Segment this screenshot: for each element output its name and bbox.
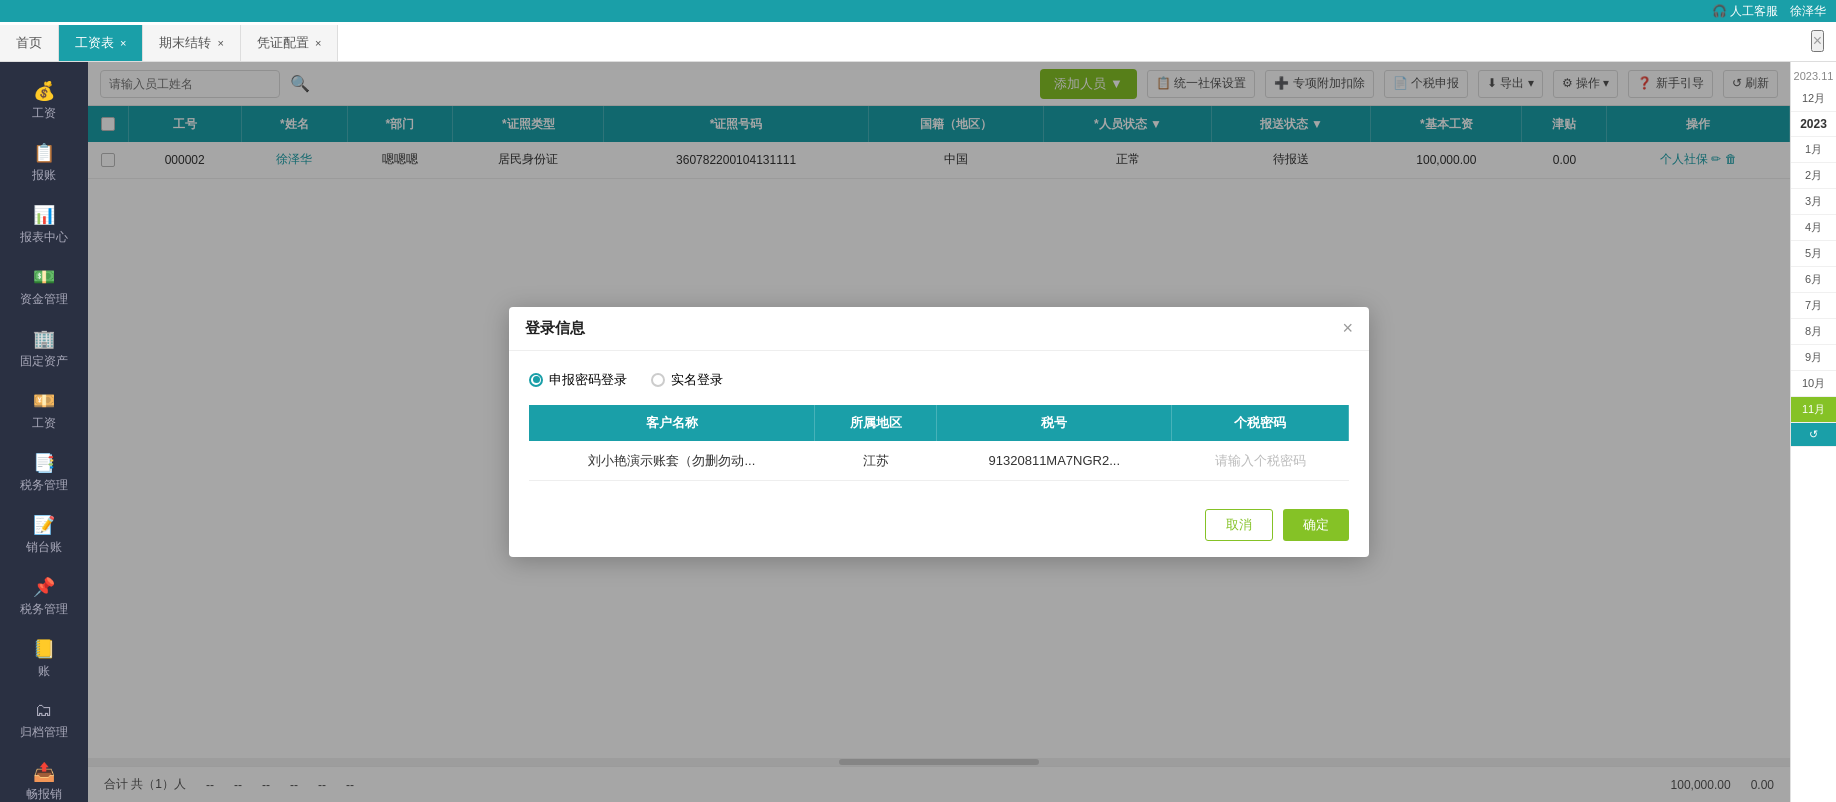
sidebar-item-payroll[interactable]: 💰 工资 — [0, 70, 88, 132]
tab-bar: 首页 工资表 × 期末结转 × 凭证配置 × × — [0, 22, 1836, 62]
modal-header-region: 所属地区 — [815, 405, 937, 441]
payroll-icon: 💰 — [33, 80, 55, 102]
sidebar-item-taxmgr[interactable]: 📌 税务管理 — [0, 566, 88, 628]
modal-body: 申报密码登录 实名登录 客户名称 所属地区 税号 — [509, 351, 1369, 498]
account-icon: 📒 — [33, 638, 55, 660]
tab-payroll-close[interactable]: × — [120, 37, 126, 49]
asset-icon: 🏢 — [33, 328, 55, 350]
cal-month-1[interactable]: 1月 — [1791, 137, 1836, 163]
salary-icon: 💴 — [33, 390, 55, 412]
radio-realname-login[interactable]: 实名登录 — [651, 371, 723, 389]
cal-month-3[interactable]: 3月 — [1791, 189, 1836, 215]
sidebar-item-tax[interactable]: 📑 税务管理 — [0, 442, 88, 504]
top-bar: 🎧 人工客服 徐泽华 — [0, 0, 1836, 22]
sidebar-item-expense[interactable]: 📋 报账 — [0, 132, 88, 194]
user-name: 徐泽华 — [1790, 3, 1826, 20]
radio-password-login[interactable]: 申报密码登录 — [529, 371, 627, 389]
ledger-icon: 📝 — [33, 514, 55, 536]
content-area: 🔍 添加人员 ▼ 📋 统一社保设置 ➕ 专项附加扣除 📄 个税申报 ⬇ 导出 ▾… — [88, 62, 1790, 802]
modal-header-tax-password: 个税密码 — [1172, 405, 1349, 441]
radio-group: 申报密码登录 实名登录 — [529, 371, 1349, 389]
modal-table-row: 刘小艳演示账套（勿删勿动... 江苏 91320811MA7NGR2... 请输… — [529, 441, 1349, 481]
report-icon: 📊 — [33, 204, 55, 226]
sidebar-item-salary[interactable]: 💴 工资 — [0, 380, 88, 442]
cal-refresh[interactable]: ↺ — [1791, 423, 1836, 447]
modal-footer: 取消 确定 — [509, 497, 1369, 557]
cal-month-5[interactable]: 5月 — [1791, 241, 1836, 267]
sidebar-item-archive[interactable]: 🗂 归档管理 — [0, 690, 88, 751]
cal-month-11[interactable]: 11月 — [1791, 397, 1836, 423]
modal-tax-password-input[interactable]: 请输入个税密码 — [1172, 441, 1349, 481]
sidebar-item-asset[interactable]: 🏢 固定资产 — [0, 318, 88, 380]
main-layout: 💰 工资 📋 报账 📊 报表中心 💵 资金管理 🏢 固定资产 💴 工资 📑 税务… — [0, 62, 1836, 802]
tab-payroll[interactable]: 工资表 × — [59, 25, 143, 61]
cal-month-10[interactable]: 10月 — [1791, 371, 1836, 397]
taxmgr-icon: 📌 — [33, 576, 55, 598]
fund-icon: 💵 — [33, 266, 55, 288]
modal-header-tax-no: 税号 — [937, 405, 1172, 441]
cal-month-6[interactable]: 6月 — [1791, 267, 1836, 293]
modal-dialog: 登录信息 × 申报密码登录 实名登录 — [509, 307, 1369, 558]
cal-month-9[interactable]: 9月 — [1791, 345, 1836, 371]
sidebar-item-account[interactable]: 📒 账 — [0, 628, 88, 690]
cal-year-2023: 2023 — [1791, 112, 1836, 137]
radio-realname-circle[interactable] — [651, 373, 665, 387]
tab-home[interactable]: 首页 — [0, 25, 59, 61]
sidebar-item-fund[interactable]: 💵 资金管理 — [0, 256, 88, 318]
tab-period-close[interactable]: 期末结转 × — [143, 25, 240, 61]
tab-bar-close-button[interactable]: × — [1811, 30, 1824, 52]
cancel-button[interactable]: 取消 — [1205, 509, 1273, 541]
radio-password-circle[interactable] — [529, 373, 543, 387]
modal-region: 江苏 — [815, 441, 937, 481]
tab-period-close-btn[interactable]: × — [217, 37, 223, 49]
confirm-button[interactable]: 确定 — [1283, 509, 1349, 541]
sidebar-item-ledger[interactable]: 📝 销台账 — [0, 504, 88, 566]
sidebar: 💰 工资 📋 报账 📊 报表中心 💵 资金管理 🏢 固定资产 💴 工资 📑 税务… — [0, 62, 88, 802]
modal-title: 登录信息 — [525, 319, 585, 338]
reimbursement-icon: 📤 — [33, 761, 55, 783]
customer-service-link[interactable]: 🎧 人工客服 — [1712, 3, 1778, 20]
archive-icon: 🗂 — [35, 700, 53, 721]
modal-table: 客户名称 所属地区 税号 个税密码 刘小艳演示账套（勿删勿动... 江苏 913… — [529, 405, 1349, 482]
modal-header-client: 客户名称 — [529, 405, 815, 441]
cal-month-7[interactable]: 7月 — [1791, 293, 1836, 319]
modal-overlay: 登录信息 × 申报密码登录 实名登录 — [88, 62, 1790, 802]
sidebar-item-report[interactable]: 📊 报表中心 — [0, 194, 88, 256]
cal-month-12[interactable]: 12月 — [1791, 86, 1836, 112]
cal-month-2[interactable]: 2月 — [1791, 163, 1836, 189]
cal-month-8[interactable]: 8月 — [1791, 319, 1836, 345]
right-panel: 2023.11 12月 2023 1月 2月 3月 4月 5月 6月 7月 8月… — [1790, 62, 1836, 802]
modal-close-button[interactable]: × — [1342, 318, 1353, 339]
expense-icon: 📋 — [33, 142, 55, 164]
tax-icon: 📑 — [33, 452, 55, 474]
tab-voucher-close-btn[interactable]: × — [315, 37, 321, 49]
sidebar-item-reimbursement[interactable]: 📤 畅报销 — [0, 751, 88, 802]
modal-client-name: 刘小艳演示账套（勿删勿动... — [529, 441, 815, 481]
modal-header: 登录信息 × — [509, 307, 1369, 351]
cal-month-4[interactable]: 4月 — [1791, 215, 1836, 241]
year-label: 2023.11 — [1794, 66, 1834, 86]
tab-voucher-config[interactable]: 凭证配置 × — [241, 25, 338, 61]
modal-tax-no: 91320811MA7NGR2... — [937, 441, 1172, 481]
